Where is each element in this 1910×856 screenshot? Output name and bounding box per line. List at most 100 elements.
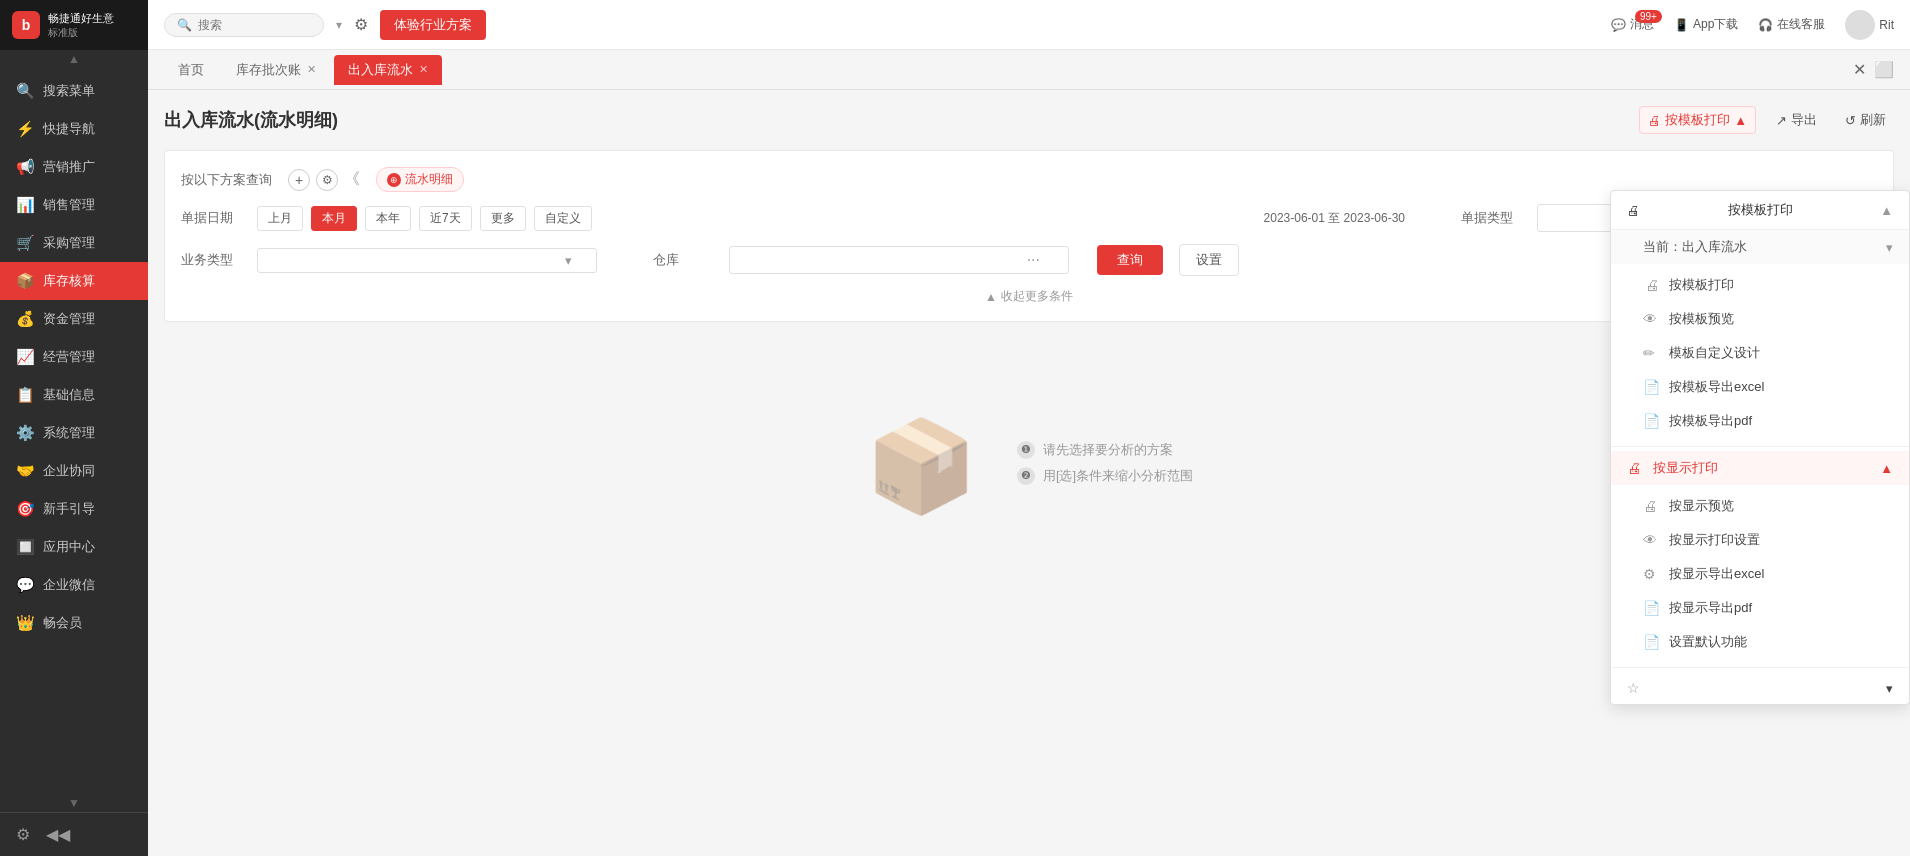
sidebar-item-search[interactable]: 🔍 搜索菜单 xyxy=(0,72,148,110)
search-input[interactable] xyxy=(198,18,311,32)
settings-button[interactable]: 设置 xyxy=(1179,244,1239,276)
newbie-icon: 🎯 xyxy=(16,500,35,518)
warehouse-select[interactable]: ··· xyxy=(729,246,1069,274)
sidebar-item-sales[interactable]: 📊 销售管理 xyxy=(0,186,148,224)
user-avatar-item[interactable]: Rit xyxy=(1845,10,1894,40)
warehouse-more-icon[interactable]: ··· xyxy=(1023,251,1044,269)
sidebar-item-label: 系统管理 xyxy=(43,424,95,442)
online-service-item[interactable]: 🎧 在线客服 xyxy=(1758,16,1825,33)
search-box[interactable]: 🔍 xyxy=(164,13,324,37)
tab-flow-close-icon[interactable]: ✕ xyxy=(419,63,428,76)
dropdown-display-export-pdf[interactable]: 📄 设置默认功能 xyxy=(1611,625,1909,659)
filter-add-button[interactable]: + xyxy=(288,169,310,191)
filter-label: 按以下方案查询 xyxy=(181,171,272,189)
dropdown-display-export-excel[interactable]: 📄 按显示导出pdf xyxy=(1611,591,1909,625)
date-this-month-button[interactable]: 本月 xyxy=(311,206,357,231)
tab-maximize-icon[interactable]: ⬜ xyxy=(1874,60,1894,79)
pdf-icon: 📄 xyxy=(1643,413,1661,429)
export-icon: ↗ xyxy=(1776,113,1787,128)
set-default-chevron-icon: ▾ xyxy=(1886,681,1893,696)
filter-collapse-icon[interactable]: 《 xyxy=(344,169,360,190)
dropdown-template-export-pdf[interactable]: 📄 按模板导出pdf xyxy=(1611,404,1909,438)
dropdown-template-preview[interactable]: 👁 按模板预览 xyxy=(1611,302,1909,336)
sidebar-item-basic[interactable]: 📋 基础信息 xyxy=(0,376,148,414)
date-7days-button[interactable]: 近7天 xyxy=(419,206,472,231)
filter-setting-button[interactable]: ⚙ xyxy=(316,169,338,191)
tab-home-label: 首页 xyxy=(178,61,204,79)
dropdown-display-print[interactable]: 🖨 按显示预览 xyxy=(1611,489,1909,523)
date-custom-button[interactable]: 自定义 xyxy=(534,206,592,231)
dropdown-header[interactable]: 🖨 按模板打印 ▲ xyxy=(1611,191,1909,230)
sidebar-item-newbie[interactable]: 🎯 新手引导 xyxy=(0,490,148,528)
export-button[interactable]: ↗ 导出 xyxy=(1768,107,1825,133)
display-settings-icon: ⚙ xyxy=(1643,566,1661,582)
dropdown-template-custom[interactable]: ✏ 模板自定义设计 xyxy=(1611,336,1909,370)
purchase-icon: 🛒 xyxy=(16,234,35,252)
dropdown-display-preview[interactable]: 👁 按显示打印设置 xyxy=(1611,523,1909,557)
query-button[interactable]: 查询 xyxy=(1097,245,1163,275)
sidebar-settings-icon[interactable]: ⚙ xyxy=(16,825,30,844)
filter-tag-icon: ⊕ xyxy=(387,173,401,187)
dropdown-display-print-settings[interactable]: ⚙ 按显示导出excel xyxy=(1611,557,1909,591)
date-this-year-button[interactable]: 本年 xyxy=(365,206,411,231)
sidebar-item-label: 企业微信 xyxy=(43,576,95,594)
sidebar-item-shortcut[interactable]: ⚡ 快捷导航 xyxy=(0,110,148,148)
sidebar-item-apps[interactable]: 🔲 应用中心 xyxy=(0,528,148,566)
business-type-select[interactable]: ▾ xyxy=(257,248,597,273)
sidebar-item-collab[interactable]: 🤝 企业协同 xyxy=(0,452,148,490)
sidebar-collapse-icon[interactable]: ◀◀ xyxy=(46,825,70,844)
print-chevron-icon[interactable]: ▲ xyxy=(1734,113,1747,128)
sidebar-item-system[interactable]: ⚙️ 系统管理 xyxy=(0,414,148,452)
tab-flow[interactable]: 出入库流水 ✕ xyxy=(334,55,442,85)
sidebar-item-wechat[interactable]: 💬 企业微信 xyxy=(0,566,148,604)
date-more-button[interactable]: 更多 xyxy=(480,206,526,231)
collapse-label: 收起更多条件 xyxy=(1001,288,1073,305)
date-label: 单据日期 xyxy=(181,209,241,227)
sidebar-item-finance[interactable]: 💰 资金管理 xyxy=(0,300,148,338)
date-filters: 上月 本月 本年 近7天 更多 自定义 xyxy=(257,206,1248,231)
display-printer-icon: 🖨 xyxy=(1643,498,1661,514)
display-pdf-icon: 📄 xyxy=(1643,634,1661,650)
sidebar-item-label: 畅会员 xyxy=(43,614,82,632)
refresh-button[interactable]: ↺ 刷新 xyxy=(1837,107,1894,133)
tab-batch[interactable]: 库存批次账 ✕ xyxy=(222,55,330,85)
dropdown-set-default[interactable]: ☆ ▾ xyxy=(1611,672,1909,704)
sidebar-item-label: 快捷导航 xyxy=(43,120,95,138)
sidebar: b 畅捷通好生意 标准版 ▲ 🔍 搜索菜单 ⚡ 快捷导航 📢 营销推广 📊 销售… xyxy=(0,0,148,856)
dropdown-display-section-header[interactable]: 🖨 按显示打印 ▲ xyxy=(1611,451,1909,485)
sidebar-scroll-up-icon[interactable]: ▲ xyxy=(68,52,80,66)
search-icon: 🔍 xyxy=(177,18,192,32)
headset-icon: 🎧 xyxy=(1758,18,1773,32)
sidebar-item-operations[interactable]: 📈 经营管理 xyxy=(0,338,148,376)
date-last-month-button[interactable]: 上月 xyxy=(257,206,303,231)
empty-icon: 📦 xyxy=(865,414,977,519)
sidebar-item-purchase[interactable]: 🛒 采购管理 xyxy=(0,224,148,262)
date-range: 2023-06-01 至 2023-06-30 xyxy=(1264,210,1405,227)
business-type-label: 业务类型 xyxy=(181,251,241,269)
page-header: 出入库流水(流水明细) 🖨 按模板打印 ▲ ↗ 导出 ↺ 刷新 xyxy=(164,106,1894,134)
inventory-icon: 📦 xyxy=(16,272,35,290)
search-chevron-icon[interactable]: ▾ xyxy=(336,18,342,32)
tab-close-all-icon[interactable]: ✕ xyxy=(1853,60,1866,79)
dropdown-current: 当前：出入库流水 ▾ xyxy=(1611,230,1909,264)
trial-button[interactable]: 体验行业方案 xyxy=(380,10,486,40)
app-download-item[interactable]: 📱 App下载 xyxy=(1674,16,1738,33)
filter-tag-item[interactable]: ⊕ 流水明细 xyxy=(376,167,464,192)
print-template-label: 按模板打印 xyxy=(1665,111,1730,129)
user-avatar xyxy=(1845,10,1875,40)
sidebar-item-marketing[interactable]: 📢 营销推广 xyxy=(0,148,148,186)
dropdown-template-print[interactable]: 🖨 按模板打印 xyxy=(1611,268,1909,302)
topbar-icons: 💬 消息 99+ 📱 App下载 🎧 在线客服 Rit xyxy=(1611,10,1894,40)
tab-home[interactable]: 首页 xyxy=(164,55,218,85)
dropdown-template-export-excel[interactable]: 📄 按模板导出excel xyxy=(1611,370,1909,404)
sidebar-scroll-down-icon[interactable]: ▼ xyxy=(68,796,80,810)
sales-icon: 📊 xyxy=(16,196,35,214)
print-template-button[interactable]: 🖨 按模板打印 ▲ xyxy=(1639,106,1756,134)
tab-batch-close-icon[interactable]: ✕ xyxy=(307,63,316,76)
sidebar-item-vip[interactable]: 👑 畅会员 xyxy=(0,604,148,642)
sidebar-item-inventory[interactable]: 📦 库存核算 xyxy=(0,262,148,300)
notification-item[interactable]: 💬 消息 99+ xyxy=(1611,16,1654,33)
app-download-label: App下载 xyxy=(1693,16,1738,33)
topbar-gear-icon[interactable]: ⚙ xyxy=(354,15,368,34)
filter-actions: + ⚙ 《 xyxy=(288,169,360,191)
